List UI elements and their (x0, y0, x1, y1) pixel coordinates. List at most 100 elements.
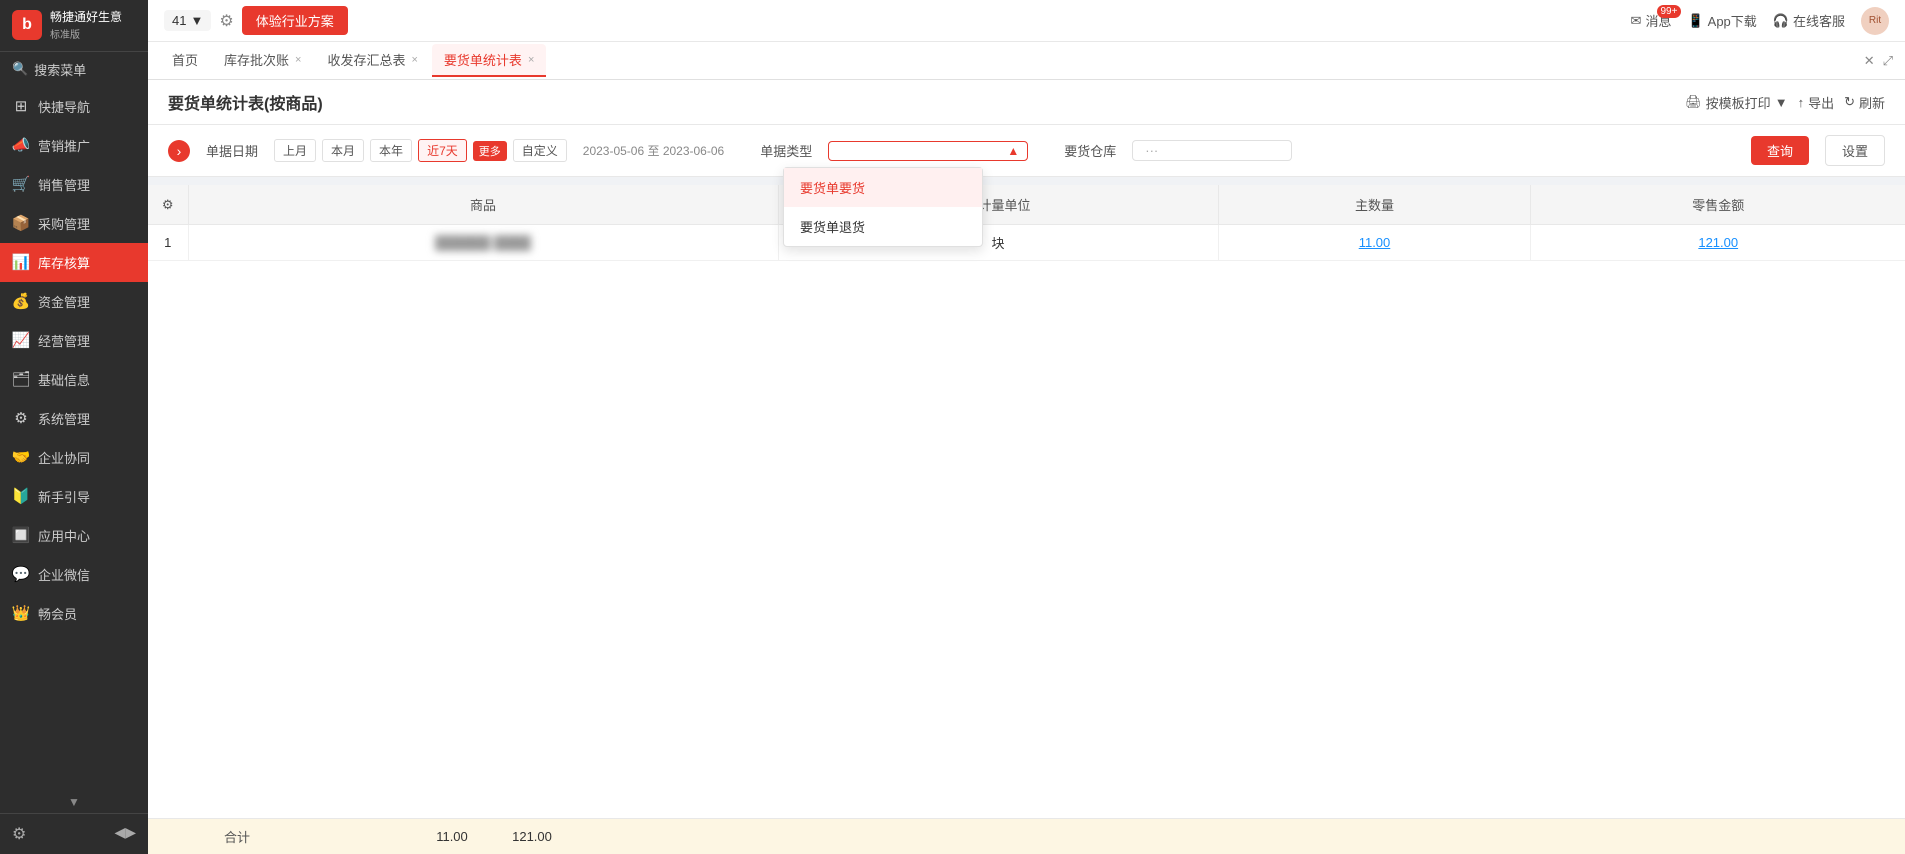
sidebar-item-quick-nav[interactable]: ⊞ 快捷导航 (0, 87, 148, 126)
date-btn-cur[interactable]: 本月 (322, 139, 364, 162)
appstore-icon: 🔲 (12, 526, 30, 544)
date-btn-more[interactable]: 更多 (473, 141, 507, 161)
inventory-batch-tab-label: 库存批次账 (224, 50, 289, 69)
tab-home[interactable]: 首页 (160, 44, 210, 77)
export-btn[interactable]: ↑ 导出 (1798, 93, 1835, 112)
system-icon: ⚙ (12, 409, 30, 427)
sidebar-item-label: 新手引导 (38, 487, 90, 506)
refresh-btn[interactable]: ↻ 刷新 (1844, 93, 1885, 112)
date-btn-week[interactable]: 近7天 (418, 139, 467, 162)
sidebar-item-member[interactable]: 👑 畅会员 (0, 594, 148, 633)
message-btn[interactable]: ✉ 消息 99+ (1631, 11, 1672, 30)
sidebar-item-label: 畅会员 (38, 604, 77, 623)
home-tab-label: 首页 (172, 50, 198, 69)
sidebar-item-system[interactable]: ⚙ 系统管理 (0, 399, 148, 438)
logo-sub: 标准版 (50, 26, 122, 41)
sidebar-item-operation[interactable]: 📈 经营管理 (0, 321, 148, 360)
topbar: 41 ▼ ⚙ 体验行业方案 ✉ 消息 99+ 📱 App下载 🎧 在线客服 Ri… (148, 0, 1905, 42)
tab-receipt-summary[interactable]: 收发存汇总表 × (315, 44, 429, 77)
export-icon: ↑ (1798, 95, 1805, 110)
store-chevron-icon: ▼ (190, 13, 203, 28)
warehouse-more-icon[interactable]: ··· (1145, 143, 1158, 158)
date-range: 2023-05-06 至 2023-06-06 (583, 142, 724, 159)
message-badge: 99+ (1657, 5, 1682, 18)
sidebar-item-guide[interactable]: 🔰 新手引导 (0, 477, 148, 516)
warehouse-filter-label: 要货仓库 (1064, 141, 1116, 160)
column-settings-icon[interactable]: ⚙ (162, 197, 174, 212)
date-filter-label: 单据日期 (206, 141, 258, 160)
filter-row: › 单据日期 上月 本月 本年 近7天 更多 自定义 2023-05-06 至 … (168, 135, 1885, 166)
tab-close-inventory-batch[interactable]: × (295, 54, 301, 66)
query-btn[interactable]: 查询 (1751, 136, 1809, 165)
sidebar-item-marketing[interactable]: 📣 营销推广 (0, 126, 148, 165)
warehouse-filter-input[interactable]: ··· (1132, 140, 1292, 161)
print-btn[interactable]: 🖨 按模板打印 ▼ (1685, 93, 1787, 112)
export-label: 导出 (1808, 93, 1834, 112)
service-btn[interactable]: 🎧 在线客服 (1773, 11, 1845, 30)
date-btn-year[interactable]: 本年 (370, 139, 412, 162)
print-label: 按模板打印 (1706, 93, 1771, 112)
tab-close-order-stats[interactable]: × (528, 54, 534, 66)
settings-btn[interactable]: 设置 (1825, 135, 1885, 166)
gear-settings-icon[interactable]: ⚙ (219, 11, 233, 31)
date-btn-prev[interactable]: 上月 (274, 139, 316, 162)
refresh-icon: ↻ (1844, 94, 1855, 110)
type-filter-arrow-icon[interactable]: ▲ (1007, 144, 1019, 158)
finance-icon: 💰 (12, 292, 30, 310)
print-arrow-icon: ▼ (1775, 95, 1788, 110)
tab-close-receipt-summary[interactable]: × (411, 54, 417, 66)
close-all-tabs-icon[interactable]: ✕ (1864, 53, 1875, 69)
scroll-down-arrow[interactable]: ▼ (0, 791, 148, 813)
sidebar-item-basic[interactable]: 🗂 基础信息 (0, 360, 148, 399)
tab-inventory-batch[interactable]: 库存批次账 × (212, 44, 313, 77)
td-index: 1 (148, 225, 188, 261)
trial-btn[interactable]: 体验行业方案 (242, 6, 348, 35)
expand-tabs-icon[interactable]: ⤢ (1883, 53, 1893, 69)
page-content: 要货单统计表(按商品) 🖨 按模板打印 ▼ ↑ 导出 ↻ 刷新 (148, 80, 1905, 854)
filter-expand-btn[interactable]: › (168, 140, 190, 162)
page-header: 要货单统计表(按商品) 🖨 按模板打印 ▼ ↑ 导出 ↻ 刷新 (148, 80, 1905, 125)
tab-order-stats[interactable]: 要货单统计表 × (432, 44, 546, 77)
sidebar-search[interactable]: 🔍 搜索菜单 (0, 52, 148, 87)
search-label: 搜索菜单 (34, 60, 86, 79)
collapse-icon[interactable]: ◀▶ (114, 824, 136, 844)
sidebar-item-label: 资金管理 (38, 292, 90, 311)
store-selector[interactable]: 41 ▼ (164, 10, 211, 31)
sidebar-item-label: 采购管理 (38, 214, 90, 233)
sidebar: b 畅捷通好生意 标准版 🔍 搜索菜单 ⊞ 快捷导航 📣 营销推广 🛒 销售管理… (0, 0, 148, 854)
sidebar-item-label: 企业微信 (38, 565, 90, 584)
dropdown-item-purchase-order[interactable]: 要货单要货 (784, 168, 982, 207)
purchase-icon: 📦 (12, 214, 30, 232)
sidebar-item-label: 企业协同 (38, 448, 90, 467)
th-settings[interactable]: ⚙ (148, 185, 188, 225)
td-product: ██████ ████ (188, 225, 778, 261)
table-container: ⚙ 商品 主计量单位 主数量 零售金额 1 ██████ ████ 块 (148, 185, 1905, 818)
tabbar-right: ✕ ⤢ (1864, 53, 1893, 69)
avatar[interactable]: Rit (1861, 7, 1889, 35)
basic-icon: 🗂 (12, 370, 30, 388)
message-icon: ✉ (1631, 13, 1642, 29)
topbar-right: ✉ 消息 99+ 📱 App下载 🎧 在线客服 Rit (1631, 7, 1889, 35)
topbar-left: 41 ▼ ⚙ 体验行业方案 (164, 6, 1619, 35)
sidebar-item-purchase[interactable]: 📦 采购管理 (0, 204, 148, 243)
footer-amount: 121.00 (492, 829, 572, 844)
service-label: 在线客服 (1793, 11, 1845, 30)
sidebar-item-label: 应用中心 (38, 526, 90, 545)
quick-nav-icon: ⊞ (12, 97, 30, 115)
sidebar-item-finance[interactable]: 💰 资金管理 (0, 282, 148, 321)
main-content: 41 ▼ ⚙ 体验行业方案 ✉ 消息 99+ 📱 App下载 🎧 在线客服 Ri… (148, 0, 1905, 854)
date-btn-custom[interactable]: 自定义 (513, 139, 567, 162)
td-amount[interactable]: 121.00 (1531, 225, 1905, 261)
app-download-btn[interactable]: 📱 App下载 (1687, 11, 1756, 30)
td-quantity[interactable]: 11.00 (1218, 225, 1531, 261)
type-filter-label: 单据类型 (760, 141, 812, 160)
sidebar-item-enterprise[interactable]: 🤝 企业协同 (0, 438, 148, 477)
sidebar-item-wechat[interactable]: 💬 企业微信 (0, 555, 148, 594)
data-table: ⚙ 商品 主计量单位 主数量 零售金额 1 ██████ ████ 块 (148, 185, 1905, 261)
sidebar-item-sales[interactable]: 🛒 销售管理 (0, 165, 148, 204)
sidebar-item-inventory[interactable]: 📊 库存核算 (0, 243, 148, 282)
dropdown-item-return-order[interactable]: 要货单退货 (784, 207, 982, 246)
type-filter-input[interactable]: ▲ (828, 141, 1028, 161)
settings-bottom-icon[interactable]: ⚙ (12, 824, 26, 844)
sidebar-item-appstore[interactable]: 🔲 应用中心 (0, 516, 148, 555)
